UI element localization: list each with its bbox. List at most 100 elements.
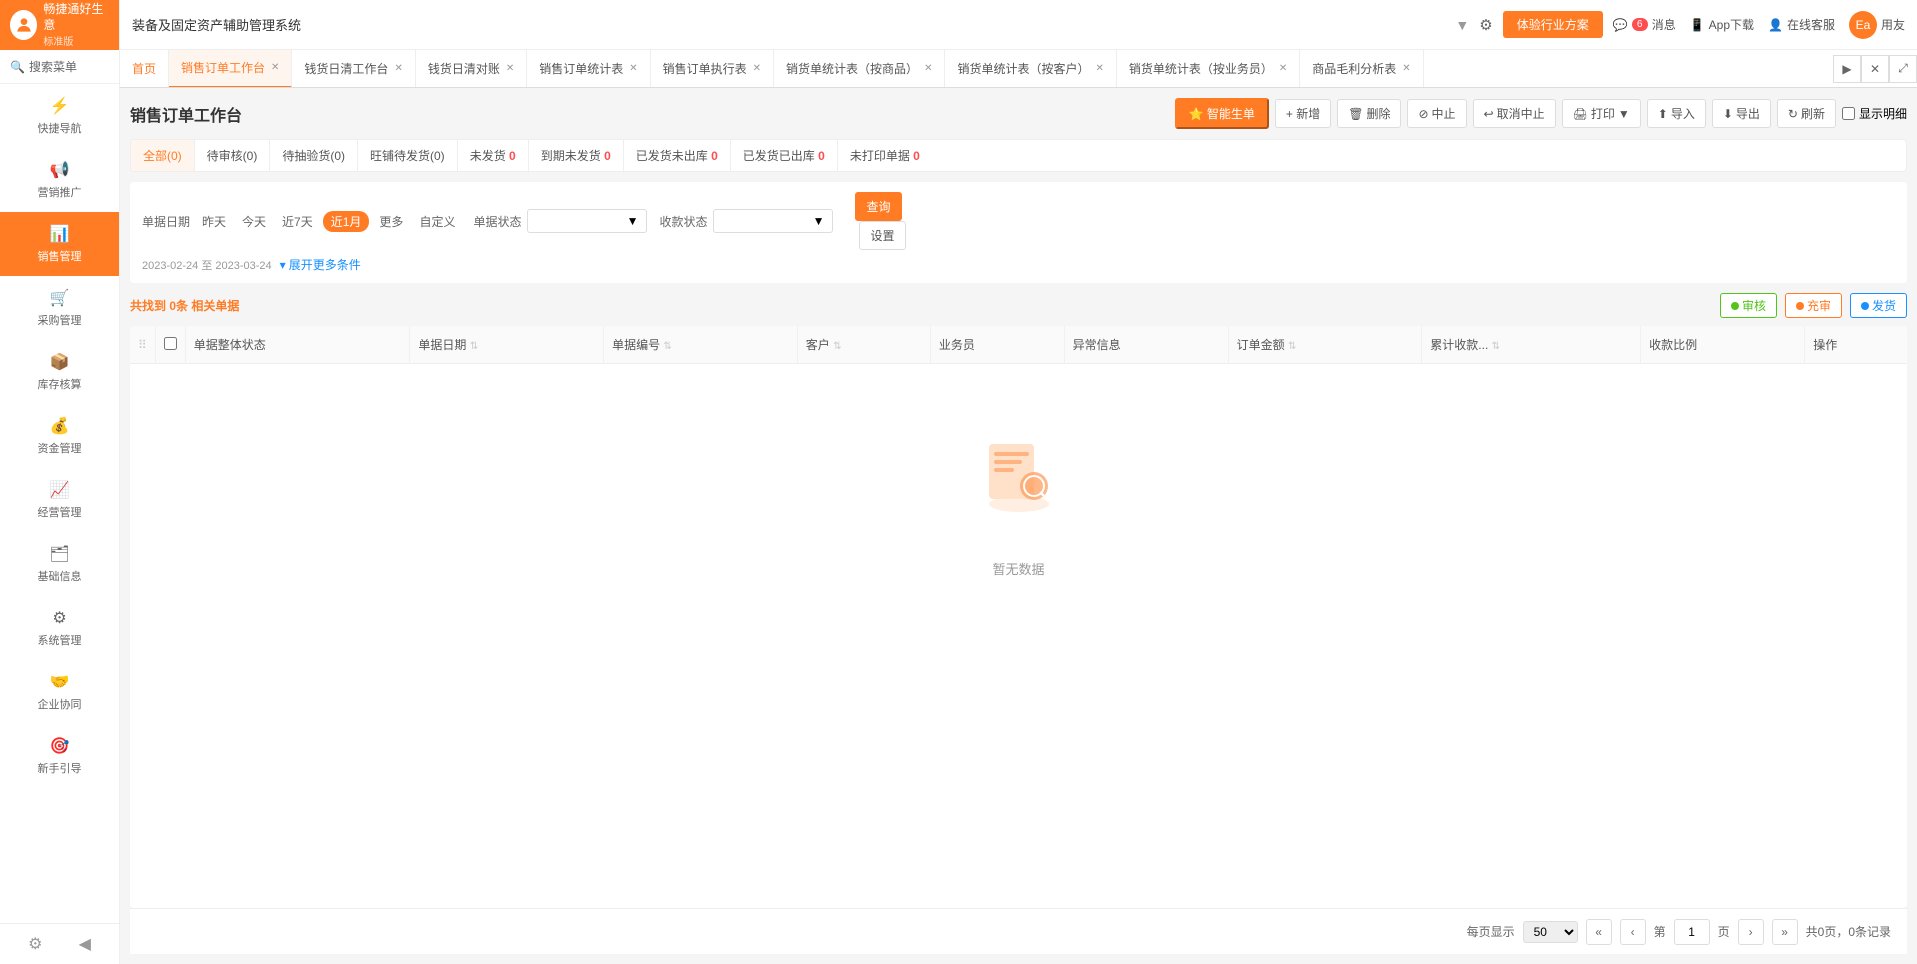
col-number[interactable]: 单据编号 ⇅ — [604, 326, 798, 364]
sidebar-item-sales[interactable]: 📊 销售管理 — [0, 212, 119, 276]
col-date[interactable]: 单据日期 ⇅ — [410, 326, 604, 364]
smart-gen-btn[interactable]: ⭐ 智能生单 — [1175, 98, 1269, 129]
date-btn-today[interactable]: 今天 — [236, 211, 272, 232]
date-btn-7days[interactable]: 近7天 — [276, 211, 319, 232]
page-prev-btn[interactable]: ‹ — [1620, 919, 1646, 945]
newbie-icon: 🎯 — [50, 736, 70, 756]
show-detail-toggle[interactable]: 显示明细 — [1842, 105, 1907, 122]
shipped-not-out-count: 0 — [711, 149, 718, 163]
sidebar-item-finance[interactable]: 💰 资金管理 — [0, 404, 119, 468]
tab-sales-summary-product[interactable]: 销货单统计表（按商品） ✕ — [774, 50, 945, 88]
filter-tab-not-printed[interactable]: 未打印单据 0 — [838, 140, 932, 171]
ship-btn[interactable]: 发货 — [1850, 293, 1907, 318]
filter-tab-wangpu[interactable]: 旺铺待发货(0) — [358, 140, 458, 171]
stop-btn[interactable]: ⊘ 中止 — [1407, 99, 1466, 128]
filter-tab-shipped-not-out[interactable]: 已发货未出库 0 — [624, 140, 731, 171]
review-btn[interactable]: 审核 — [1720, 293, 1777, 318]
import-btn[interactable]: ⬆ 导入 — [1647, 99, 1706, 128]
tab-sales-summary-product-close[interactable]: ✕ — [924, 63, 932, 74]
cancel-review-btn[interactable]: 充审 — [1785, 293, 1842, 318]
filter-tab-not-printed-label: 未打印单据 0 — [850, 149, 920, 163]
select-all-checkbox[interactable] — [164, 337, 177, 350]
tab-sales-order[interactable]: 销售订单工作台 ✕ — [169, 50, 292, 88]
sidebar-item-quick-nav[interactable]: ⚡ 快捷导航 — [0, 84, 119, 148]
sidebar-item-inventory[interactable]: 📦 库存核算 — [0, 340, 119, 404]
refresh-btn[interactable]: ↻ 刷新 — [1777, 99, 1836, 128]
payment-select[interactable]: ▼ — [713, 209, 833, 233]
col-collected[interactable]: 累计收款... ⇅ — [1422, 326, 1641, 364]
add-btn[interactable]: + 新增 — [1275, 99, 1331, 128]
date-btn-1month[interactable]: 近1月 — [323, 211, 370, 232]
system-dropdown-icon[interactable]: ▼ — [1455, 17, 1469, 33]
col-customer[interactable]: 客户 ⇅ — [797, 326, 930, 364]
export-btn[interactable]: ⬇ 导出 — [1712, 99, 1771, 128]
filter-tab-pending-inspect[interactable]: 待抽验货(0) — [270, 140, 358, 171]
message-action[interactable]: 💬 6 消息 — [1613, 16, 1676, 33]
filter-tab-overdue[interactable]: 到期未发货 0 — [529, 140, 624, 171]
tab-sales-stat-close[interactable]: ✕ — [629, 63, 637, 74]
sidebar-settings-icon[interactable]: ⚙ — [28, 934, 42, 954]
page-next-btn[interactable]: › — [1738, 919, 1764, 945]
status-select[interactable]: ▼ — [527, 209, 647, 233]
app-download-action[interactable]: 📱 App下载 — [1690, 16, 1754, 33]
filter-tab-all[interactable]: 全部(0) — [131, 140, 195, 171]
user-action[interactable]: Ea 用友 — [1849, 11, 1905, 39]
online-service-action[interactable]: 👤 在线客服 — [1768, 16, 1835, 33]
topbar-actions: 💬 6 消息 📱 App下载 👤 在线客服 Ea 用友 — [1613, 11, 1905, 39]
sidebar-item-enterprise[interactable]: 🤝 企业协同 — [0, 660, 119, 724]
settings-filter-btn[interactable]: 设置 — [859, 221, 905, 250]
page-last-btn[interactable]: » — [1772, 919, 1798, 945]
filter-tab-pending-review[interactable]: 待审核(0) — [195, 140, 271, 171]
col-amount[interactable]: 订单金额 ⇅ — [1228, 326, 1422, 364]
cancel-stop-btn[interactable]: ↩ 取消中止 — [1473, 99, 1556, 128]
date-btn-more[interactable]: 更多 — [373, 211, 409, 232]
tab-maximize-btn[interactable]: ⤢ — [1889, 55, 1917, 83]
tab-close-all-btn[interactable]: ✕ — [1861, 55, 1889, 83]
per-page-select[interactable]: 50 10 20 100 — [1523, 921, 1578, 943]
delete-btn[interactable]: 🗑 删除 — [1337, 99, 1401, 128]
tab-cash-reconcile-close[interactable]: ✕ — [506, 63, 514, 74]
sidebar-search[interactable]: 🔍 搜索菜单 — [0, 50, 119, 84]
tab-sales-exec-close[interactable]: ✕ — [753, 63, 761, 74]
sidebar-item-basic-info[interactable]: 🗂 基础信息 — [0, 532, 119, 596]
tab-sales-summary-staff[interactable]: 销货单统计表（按业务员） ✕ — [1117, 50, 1300, 88]
tab-home[interactable]: 首页 — [120, 50, 169, 88]
sidebar-item-purchase[interactable]: 🛒 采购管理 — [0, 276, 119, 340]
col-date-sort: ⇅ — [470, 341, 478, 352]
tab-scroll-right-btn[interactable]: ▶ — [1833, 55, 1861, 83]
experience-btn[interactable]: 体验行业方案 — [1503, 11, 1603, 38]
filter-tab-not-shipped[interactable]: 未发货 0 — [458, 140, 529, 171]
tab-cash-daily[interactable]: 钱货日清工作台 ✕ — [292, 50, 415, 88]
tab-sales-order-close[interactable]: ✕ — [271, 62, 279, 73]
sidebar-collapse-icon[interactable]: ◀ — [79, 934, 91, 954]
tab-product-margin-close[interactable]: ✕ — [1402, 63, 1410, 74]
topbar-settings-icon[interactable]: ⚙ — [1479, 16, 1492, 34]
expand-btn[interactable]: ▾ 展开更多条件 — [280, 256, 361, 273]
date-btn-custom[interactable]: 自定义 — [413, 211, 461, 232]
tab-cash-daily-close[interactable]: ✕ — [394, 63, 402, 74]
show-detail-checkbox[interactable] — [1842, 107, 1855, 120]
tab-sales-summary-customer[interactable]: 销货单统计表（按客户） ✕ — [945, 50, 1116, 88]
pagination: 每页显示 50 10 20 100 « ‹ 第 页 › » 共0页，0条记录 — [130, 908, 1907, 954]
sidebar-item-system[interactable]: ⚙ 系统管理 — [0, 596, 119, 660]
tab-product-margin[interactable]: 商品毛利分析表 ✕ — [1300, 50, 1423, 88]
inventory-label: 库存核算 — [38, 376, 82, 392]
page-input[interactable] — [1674, 919, 1710, 945]
tab-sales-summary-staff-close[interactable]: ✕ — [1279, 63, 1287, 74]
filter-tab-shipped-out[interactable]: 已发货已出库 0 — [731, 140, 838, 171]
tab-sales-order-label: 销售订单工作台 — [181, 59, 265, 76]
date-btn-yesterday[interactable]: 昨天 — [196, 211, 232, 232]
tab-sales-exec[interactable]: 销售订单执行表 ✕ — [651, 50, 774, 88]
tab-sales-summary-customer-close[interactable]: ✕ — [1095, 63, 1103, 74]
sidebar-item-operations[interactable]: 📈 经营管理 — [0, 468, 119, 532]
query-btn[interactable]: 查询 — [855, 192, 901, 221]
page-label: 第 — [1654, 923, 1666, 940]
tab-sales-stat[interactable]: 销售订单统计表 ✕ — [527, 50, 650, 88]
sidebar-item-marketing[interactable]: 📢 营销推广 — [0, 148, 119, 212]
page-first-btn[interactable]: « — [1586, 919, 1612, 945]
sidebar-item-newbie[interactable]: 🎯 新手引导 — [0, 724, 119, 788]
user-name: 用友 — [1881, 16, 1905, 33]
print-btn[interactable]: 🖨 打印 ▼ — [1562, 99, 1641, 128]
toolbar: ⭐ 智能生单 + 新增 🗑 删除 ⊘ 中止 ↩ 取消中止 🖨 — [1175, 98, 1907, 129]
tab-cash-reconcile[interactable]: 钱货日清对账 ✕ — [416, 50, 527, 88]
